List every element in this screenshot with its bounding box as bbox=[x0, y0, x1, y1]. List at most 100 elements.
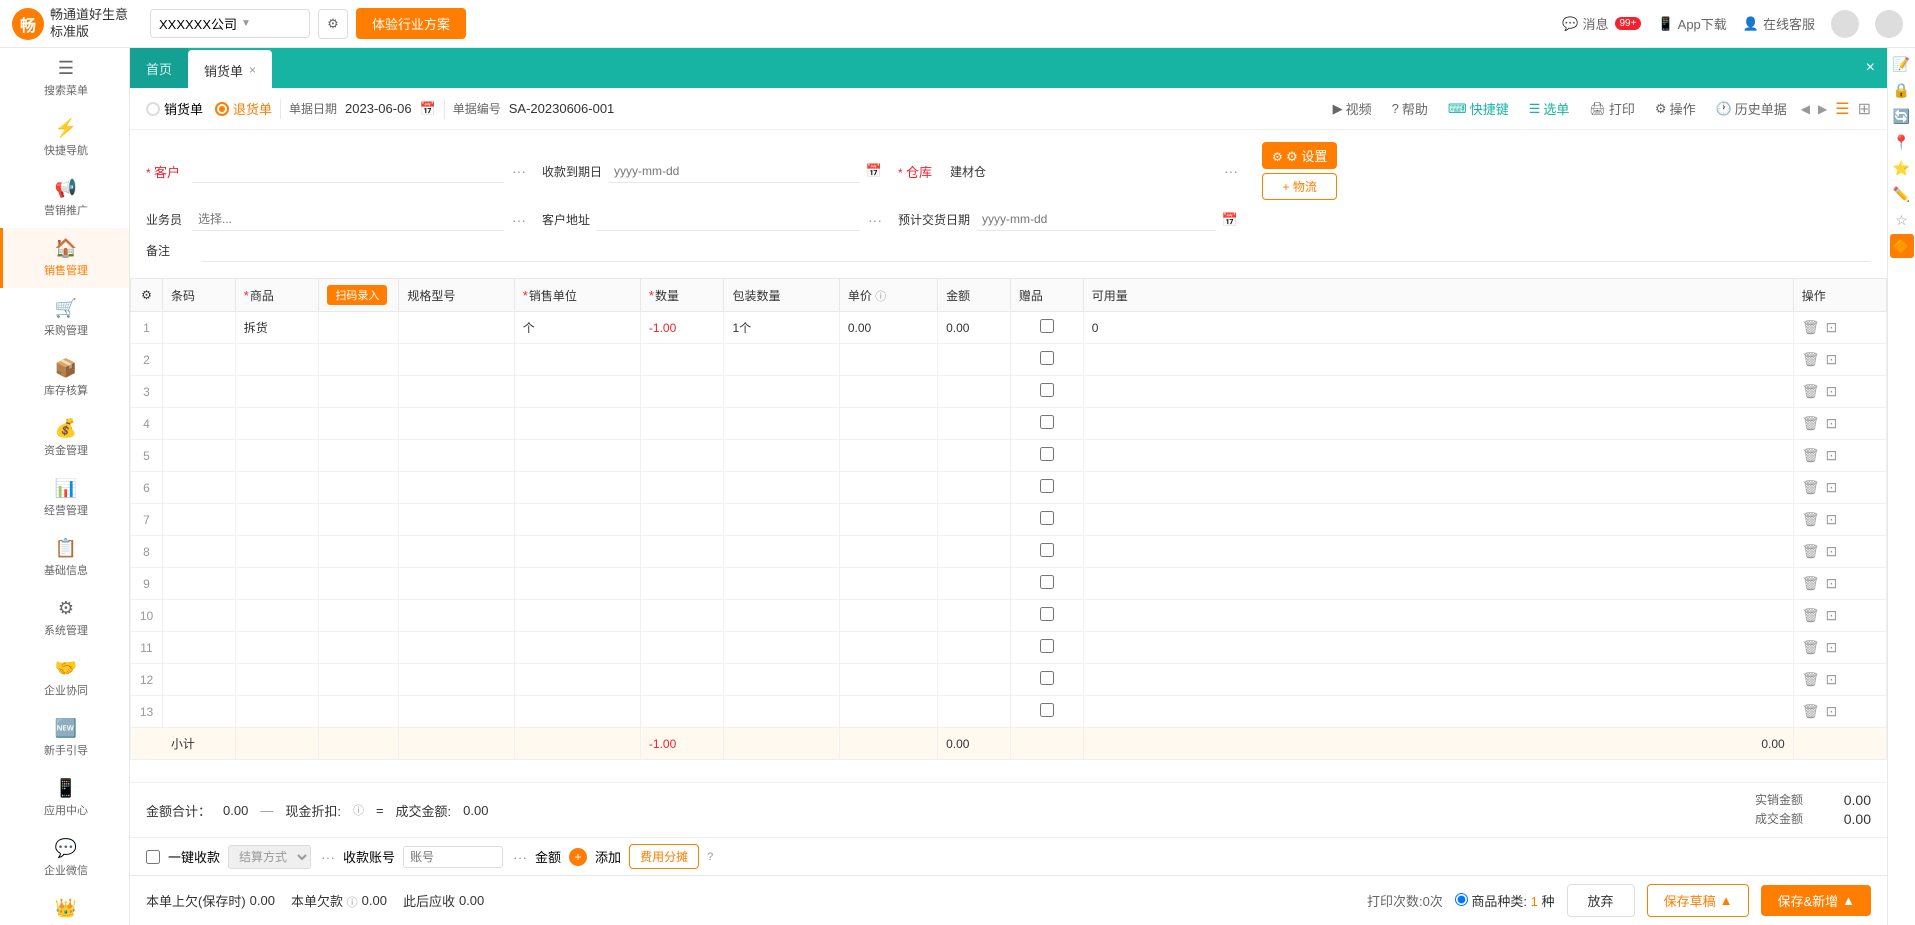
row-barcode[interactable] bbox=[163, 440, 236, 472]
row-unit-price[interactable] bbox=[839, 472, 937, 504]
row-product[interactable] bbox=[235, 472, 319, 504]
copy-icon[interactable]: ⊡ bbox=[1825, 511, 1837, 528]
row-spec[interactable] bbox=[399, 632, 514, 664]
right-panel-btn-1[interactable]: 📝 bbox=[1890, 52, 1914, 76]
row-amount[interactable] bbox=[938, 344, 1011, 376]
row-gift[interactable] bbox=[1010, 664, 1083, 696]
print-btn[interactable]: 🖨 打印 bbox=[1583, 96, 1641, 121]
row-product[interactable] bbox=[235, 376, 319, 408]
shortcut-btn[interactable]: ⌨ 快捷键 bbox=[1442, 96, 1515, 121]
row-quantity[interactable] bbox=[640, 600, 724, 632]
tab-sales-order[interactable]: 销货单 × bbox=[188, 50, 272, 90]
sidebar-item-marketing[interactable]: 📢 营销推广 bbox=[0, 168, 129, 228]
row-pack-qty[interactable] bbox=[724, 664, 839, 696]
row-barcode[interactable] bbox=[163, 568, 236, 600]
account-input[interactable] bbox=[403, 846, 503, 868]
row-barcode[interactable] bbox=[163, 696, 236, 728]
notes-input[interactable] bbox=[202, 239, 1871, 262]
row-spec[interactable] bbox=[399, 472, 514, 504]
row-quantity[interactable] bbox=[640, 472, 724, 504]
row-quantity[interactable] bbox=[640, 408, 724, 440]
row-quantity[interactable] bbox=[640, 696, 724, 728]
row-amount[interactable] bbox=[938, 600, 1011, 632]
row-pack-qty[interactable] bbox=[724, 632, 839, 664]
discard-button[interactable]: 放弃 bbox=[1567, 884, 1635, 917]
row-unit-price[interactable] bbox=[839, 408, 937, 440]
row-quantity[interactable] bbox=[640, 504, 724, 536]
row-amount[interactable]: 0.00 bbox=[938, 312, 1011, 344]
row-product[interactable] bbox=[235, 408, 319, 440]
method-more-btn[interactable]: ··· bbox=[321, 849, 335, 865]
row-amount[interactable] bbox=[938, 440, 1011, 472]
addr-more-btn[interactable]: ··· bbox=[868, 212, 882, 228]
row-spec[interactable] bbox=[399, 376, 514, 408]
copy-icon[interactable]: ⊡ bbox=[1825, 543, 1837, 560]
row-barcode[interactable] bbox=[163, 632, 236, 664]
row-unit-price[interactable] bbox=[839, 376, 937, 408]
row-unit-price[interactable] bbox=[839, 664, 937, 696]
row-amount[interactable] bbox=[938, 568, 1011, 600]
delete-icon[interactable]: 🗑 bbox=[1802, 511, 1820, 528]
row-pack-qty[interactable] bbox=[724, 504, 839, 536]
sidebar-item-operation[interactable]: 📊 经营管理 bbox=[0, 468, 129, 528]
row-pack-qty[interactable] bbox=[724, 536, 839, 568]
row-spec[interactable] bbox=[399, 696, 514, 728]
row-quantity[interactable] bbox=[640, 568, 724, 600]
customer-input[interactable] bbox=[192, 160, 504, 183]
row-product[interactable] bbox=[235, 440, 319, 472]
row-product[interactable] bbox=[235, 568, 319, 600]
avatar[interactable] bbox=[1831, 10, 1859, 38]
row-gift[interactable] bbox=[1010, 504, 1083, 536]
right-panel-btn-6[interactable]: ✏️ bbox=[1890, 182, 1914, 206]
row-spec[interactable] bbox=[399, 504, 514, 536]
row-unit[interactable] bbox=[514, 504, 640, 536]
save-new-button[interactable]: 保存&新增 ▲ bbox=[1761, 885, 1871, 916]
delete-icon[interactable]: 🗑 bbox=[1802, 351, 1820, 368]
delete-icon[interactable]: 🗑 bbox=[1802, 383, 1820, 400]
row-amount[interactable] bbox=[938, 536, 1011, 568]
company-selector[interactable]: XXXXXX公司 ▼ bbox=[150, 9, 310, 38]
row-quantity[interactable] bbox=[640, 632, 724, 664]
setting-button[interactable]: ⚙ ⚙ 设置 bbox=[1262, 142, 1337, 169]
delete-icon[interactable]: 🗑 bbox=[1802, 479, 1820, 496]
row-spec[interactable] bbox=[399, 568, 514, 600]
calendar-expected-icon[interactable]: 📅 bbox=[1222, 212, 1238, 228]
select-btn[interactable]: ☰ 选单 bbox=[1523, 96, 1576, 121]
view-grid-icon[interactable]: ⊞ bbox=[1858, 99, 1871, 119]
sidebar-item-basic[interactable]: 📋 基础信息 bbox=[0, 528, 129, 588]
salesperson-more-btn[interactable]: ··· bbox=[512, 212, 526, 228]
radio-sales-order[interactable]: 销货单 bbox=[146, 99, 203, 118]
delete-icon[interactable]: 🗑 bbox=[1802, 671, 1820, 688]
row-unit-price[interactable] bbox=[839, 568, 937, 600]
copy-icon[interactable]: ⊡ bbox=[1825, 607, 1837, 624]
row-unit[interactable] bbox=[514, 408, 640, 440]
delete-icon[interactable]: 🗑 bbox=[1802, 607, 1820, 624]
row-unit-price[interactable] bbox=[839, 504, 937, 536]
row-spec[interactable] bbox=[399, 536, 514, 568]
row-unit[interactable] bbox=[514, 472, 640, 504]
expense-btn[interactable]: 费用分摊 bbox=[629, 844, 699, 869]
row-unit[interactable] bbox=[514, 344, 640, 376]
sidebar-item-finance[interactable]: 💰 资金管理 bbox=[0, 408, 129, 468]
right-panel-btn-7[interactable]: ☆ bbox=[1890, 208, 1914, 232]
tab-home[interactable]: 首页 bbox=[130, 48, 188, 88]
calendar-due-icon[interactable]: 📅 bbox=[866, 163, 882, 179]
row-gift[interactable] bbox=[1010, 376, 1083, 408]
copy-icon[interactable]: ⊡ bbox=[1825, 383, 1837, 400]
row-gift[interactable] bbox=[1010, 696, 1083, 728]
row-pack-qty[interactable] bbox=[724, 568, 839, 600]
row-gift[interactable] bbox=[1010, 440, 1083, 472]
row-amount[interactable] bbox=[938, 632, 1011, 664]
row-unit-price[interactable] bbox=[839, 632, 937, 664]
sidebar-item-guide[interactable]: 🆕 新手引导 bbox=[0, 708, 129, 768]
row-pack-qty[interactable] bbox=[724, 376, 839, 408]
row-pack-qty[interactable] bbox=[724, 408, 839, 440]
operate-btn[interactable]: ⚙ 操作 bbox=[1649, 96, 1702, 121]
history-btn[interactable]: 🕐 历史单据 bbox=[1710, 96, 1793, 121]
row-amount[interactable] bbox=[938, 664, 1011, 696]
row-unit[interactable] bbox=[514, 440, 640, 472]
row-barcode[interactable] bbox=[163, 600, 236, 632]
warehouse-more-btn[interactable]: ··· bbox=[1224, 163, 1238, 179]
nav-prev-icon[interactable]: ◀ bbox=[1801, 102, 1810, 116]
row-gift[interactable] bbox=[1010, 600, 1083, 632]
